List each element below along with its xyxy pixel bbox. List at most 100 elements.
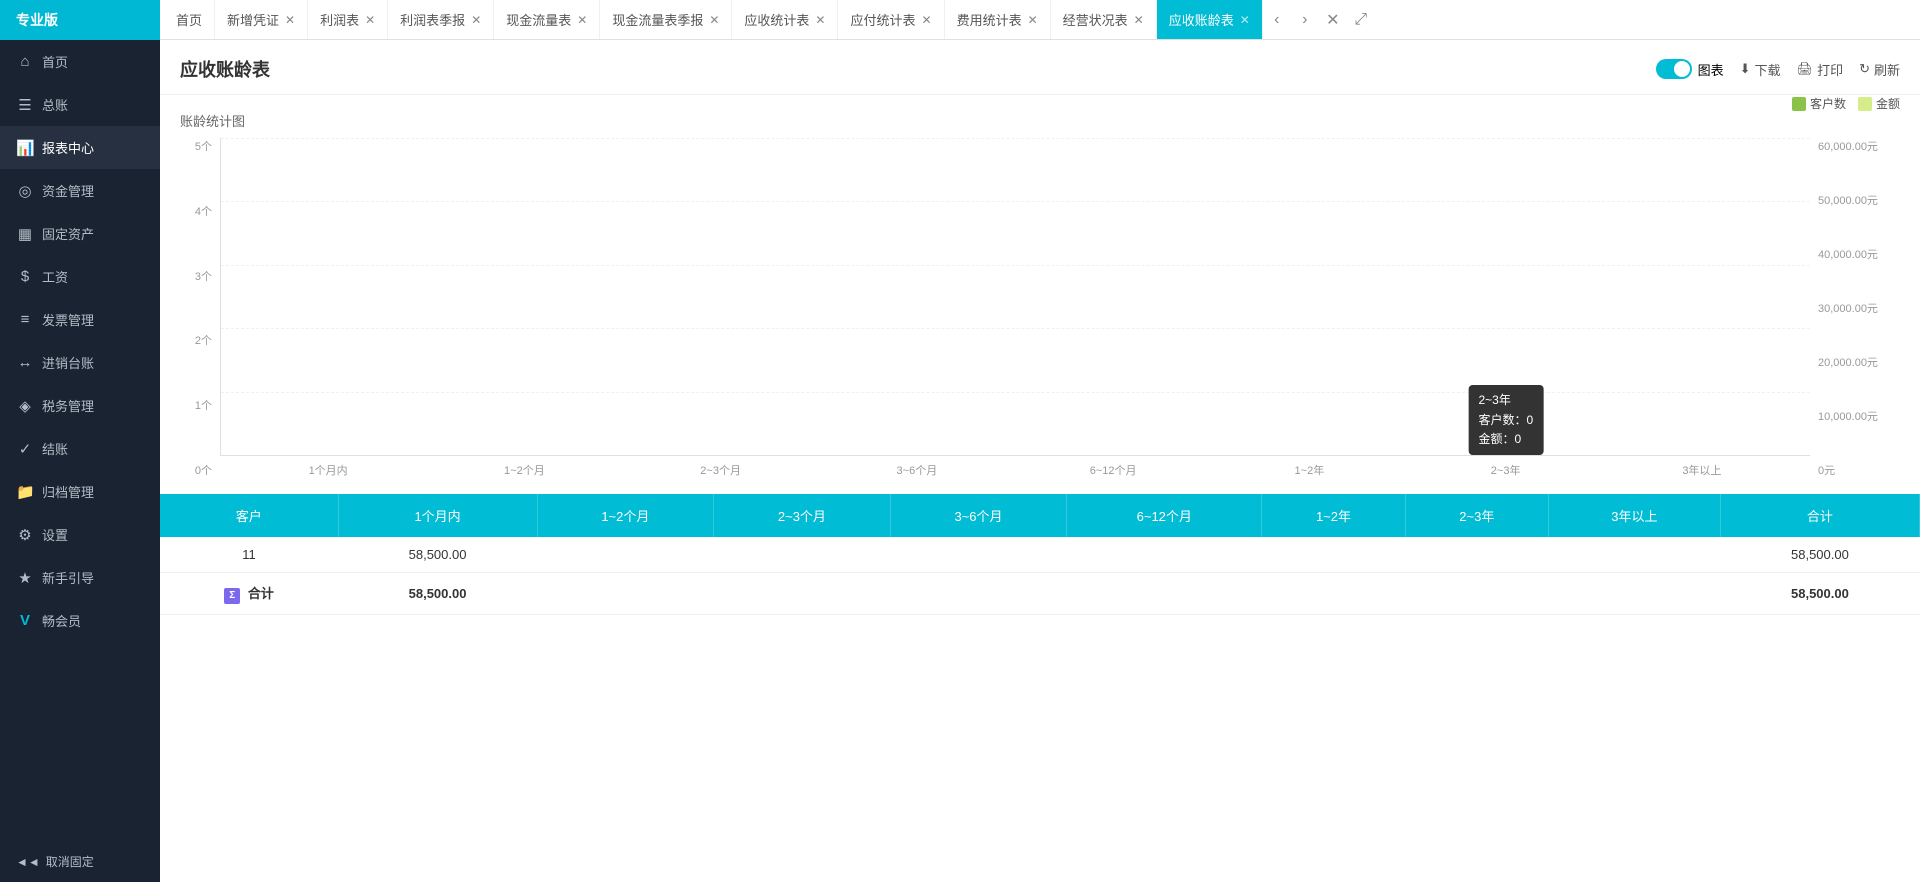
sidebar-item-membership-label: 畅会员 <box>42 611 81 630</box>
sidebar-item-report-label: 报表中心 <box>42 138 94 157</box>
tab-cashflow-close[interactable]: ✕ <box>577 13 587 27</box>
tab-ar-aging[interactable]: 应收账龄表 ✕ <box>1157 0 1263 40</box>
chart-with-axes: 5个 4个 3个 2个 1个 0个 <box>180 138 1900 478</box>
col-header-customer: 客户 <box>160 494 338 537</box>
tab-business-status-close[interactable]: ✕ <box>1134 13 1144 27</box>
cell-month8 <box>1548 537 1720 573</box>
sidebar-item-guide[interactable]: ★ 新手引导 <box>0 556 160 599</box>
tab-expense-stats[interactable]: 费用统计表 ✕ <box>945 0 1051 40</box>
x-label-6: 1~2年 <box>1211 456 1407 478</box>
total-icon: Σ <box>224 588 240 604</box>
sidebar-item-report-center[interactable]: 📊 报表中心 <box>0 126 160 169</box>
sidebar-item-fund-management[interactable]: ◎ 资金管理 <box>0 169 160 212</box>
tab-cashflow[interactable]: 现金流量表 ✕ <box>494 0 600 40</box>
sidebar-item-settings-label: 设置 <box>42 525 68 544</box>
sidebar-item-settlement[interactable]: ✓ 结账 <box>0 427 160 470</box>
cell-month4 <box>890 537 1067 573</box>
cell-month3 <box>714 537 891 573</box>
sidebar-item-membership[interactable]: V 畅会员 <box>0 599 160 642</box>
cell-month5 <box>1067 537 1262 573</box>
sidebar-item-invoice[interactable]: ≡ 发票管理 <box>0 298 160 341</box>
sidebar-item-settings[interactable]: ⚙ 设置 <box>0 513 160 556</box>
fund-icon: ◎ <box>16 182 34 200</box>
cell-month7 <box>1405 537 1548 573</box>
tab-ar-aging-close[interactable]: ✕ <box>1240 13 1250 27</box>
tab-profit-quarterly-close[interactable]: ✕ <box>471 13 481 27</box>
download-icon: ⬇ <box>1740 61 1751 77</box>
sidebar-bottom-label: 取消固定 <box>46 853 94 870</box>
chart-tooltip: 2~3年 客户数：0 金额：0 <box>1468 385 1543 455</box>
col-header-total: 合计 <box>1720 494 1919 537</box>
sidebar-item-assets-label: 固定资产 <box>42 224 94 243</box>
tab-ap-stats-label: 应付统计表 <box>850 10 915 29</box>
invoice-icon: ≡ <box>16 311 34 328</box>
aging-table: 客户 1个月内 1~2个月 2~3个月 3~6个月 6~12个月 1~2年 2~… <box>160 494 1920 615</box>
report-icon: 📊 <box>16 139 34 157</box>
tab-profit-quarterly[interactable]: 利润表季报 ✕ <box>388 0 494 40</box>
sidebar-item-archive-label: 归档管理 <box>42 482 94 501</box>
tab-cashflow-quarterly-close[interactable]: ✕ <box>709 13 719 27</box>
sidebar-pin-toggle[interactable]: ◄◄ 取消固定 <box>0 841 160 882</box>
sidebar-item-general-ledger[interactable]: ☰ 总账 <box>0 83 160 126</box>
legend-customer-dot <box>1792 97 1806 111</box>
sidebar-item-home[interactable]: ⌂ 首页 <box>0 40 160 83</box>
cell-total-month4 <box>890 573 1067 615</box>
print-label: 打印 <box>1817 60 1843 79</box>
tab-new-voucher-close[interactable]: ✕ <box>285 13 295 27</box>
tooltip-period: 2~3年 <box>1478 391 1533 410</box>
cell-month2 <box>537 537 714 573</box>
col-header-month6: 1~2年 <box>1262 494 1405 537</box>
sidebar-item-archive[interactable]: 📁 归档管理 <box>0 470 160 513</box>
col-header-month8: 3年以上 <box>1548 494 1720 537</box>
col-header-month7: 2~3年 <box>1405 494 1548 537</box>
y-axis-left: 5个 4个 3个 2个 1个 0个 <box>180 138 220 478</box>
app-logo: 专业版 <box>0 0 160 40</box>
settlement-icon: ✓ <box>16 440 34 458</box>
sidebar-item-tax[interactable]: ◈ 税务管理 <box>0 384 160 427</box>
tab-business-status[interactable]: 经营状况表 ✕ <box>1051 0 1157 40</box>
download-button[interactable]: ⬇ 下载 <box>1740 60 1781 79</box>
tab-close-all-btn[interactable]: ✕ <box>1319 6 1347 34</box>
tab-cashflow-quarterly-label: 现金流量表季报 <box>612 10 703 29</box>
tab-ap-stats[interactable]: 应付统计表 ✕ <box>838 0 944 40</box>
sidebar-item-payroll[interactable]: $ 工资 <box>0 255 160 298</box>
tab-profit-close[interactable]: ✕ <box>365 13 375 27</box>
chart-toggle[interactable] <box>1656 59 1692 79</box>
refresh-button[interactable]: ↻ 刷新 <box>1859 60 1900 79</box>
col-header-month1: 1个月内 <box>338 494 537 537</box>
col-header-month2: 1~2个月 <box>537 494 714 537</box>
cell-total-month7 <box>1405 573 1548 615</box>
tab-profit[interactable]: 利润表 ✕ <box>308 0 388 40</box>
tab-prev-btn[interactable]: ‹ <box>1263 6 1291 34</box>
tab-ar-stats[interactable]: 应收统计表 ✕ <box>732 0 838 40</box>
refresh-icon: ↻ <box>1859 61 1870 77</box>
download-label: 下载 <box>1755 60 1781 79</box>
tab-expense-stats-close[interactable]: ✕ <box>1028 13 1038 27</box>
chart-area: 账龄统计图 客户数 金额 5个 4个 3个 2个 <box>160 95 1920 494</box>
x-label-7: 2~3年 <box>1408 456 1604 478</box>
tab-ap-stats-close[interactable]: ✕ <box>922 13 932 27</box>
tab-new-voucher[interactable]: 新增凭证 ✕ <box>215 0 308 40</box>
page-header: 应收账龄表 图表 ⬇ 下载 🖨 打印 ↻ 刷新 <box>160 40 1920 95</box>
tab-ar-stats-label: 应收统计表 <box>744 10 809 29</box>
tab-next-btn[interactable]: › <box>1291 6 1319 34</box>
tab-ar-stats-close[interactable]: ✕ <box>815 13 825 27</box>
print-button[interactable]: 🖨 打印 <box>1797 60 1844 79</box>
x-label-8: 3年以上 <box>1604 456 1800 478</box>
cell-total-total: 58,500.00 <box>1720 573 1919 615</box>
tab-home[interactable]: 首页 <box>164 0 215 40</box>
col-header-month4: 3~6个月 <box>890 494 1067 537</box>
tab-cashflow-quarterly[interactable]: 现金流量表季报 ✕ <box>600 0 732 40</box>
cell-total-month8 <box>1548 573 1720 615</box>
legend-amount: 金额 <box>1858 95 1900 112</box>
table-row: 11 58,500.00 58,500.00 <box>160 537 1920 573</box>
tab-fullscreen-btn[interactable]: ⤢ <box>1347 6 1375 34</box>
y-axis-right: 60,000.00元 50,000.00元 40,000.00元 30,000.… <box>1810 138 1900 478</box>
chart-toggle-label: 图表 <box>1698 60 1724 79</box>
x-label-5: 6~12个月 <box>1015 456 1211 478</box>
sidebar-item-fixed-assets[interactable]: ▦ 固定资产 <box>0 212 160 255</box>
ledger-icon: ☰ <box>16 96 34 114</box>
x-label-1: 1个月内 <box>230 456 426 478</box>
sidebar-item-purchase-sales[interactable]: ↔ 进销台账 <box>0 341 160 384</box>
table-area: 客户 1个月内 1~2个月 2~3个月 3~6个月 6~12个月 1~2年 2~… <box>160 494 1920 882</box>
